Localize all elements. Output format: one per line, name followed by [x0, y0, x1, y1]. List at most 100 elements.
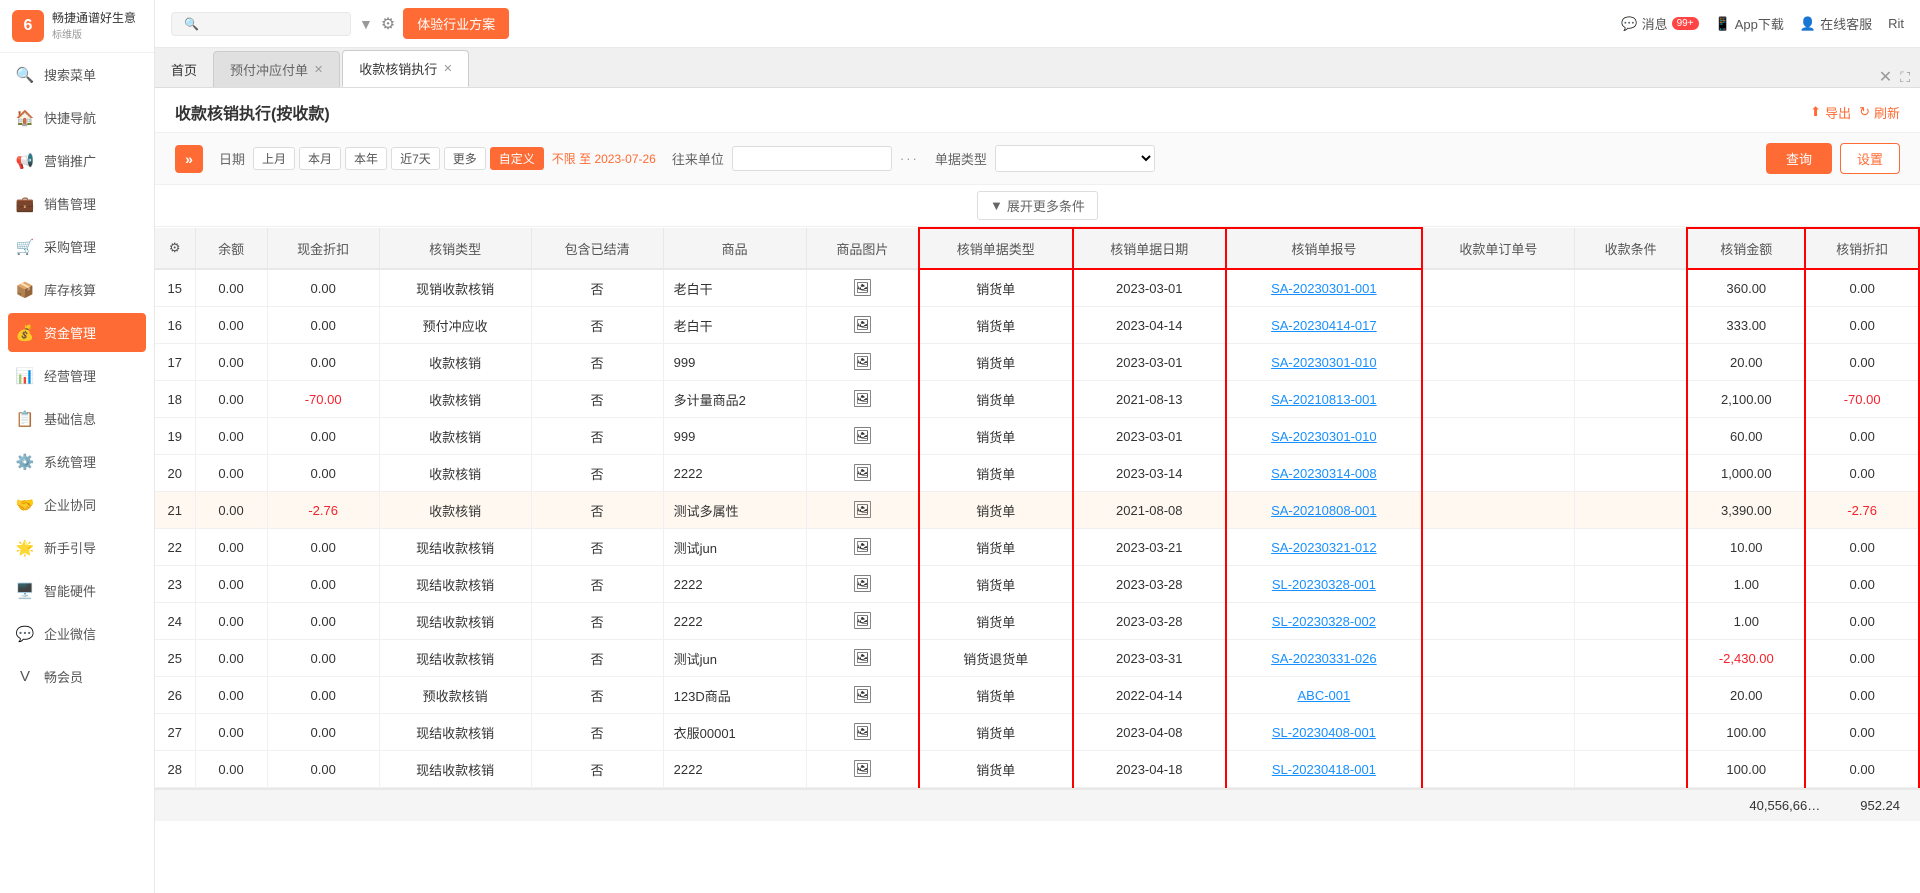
cell-cancel-bill-no[interactable]: SL-20230418-001: [1226, 751, 1422, 788]
cell-product: 测试jun: [663, 640, 806, 677]
tab-home[interactable]: 首页: [155, 52, 213, 87]
cell-cancel-amount: 1,000.00: [1687, 455, 1805, 492]
topbar-search[interactable]: 🔍: [171, 12, 351, 36]
tab-collection[interactable]: 收款核销执行 ✕: [342, 50, 469, 87]
cell-collection-order-no: [1422, 381, 1575, 418]
cell-cancel-bill-no[interactable]: SA-20210808-001: [1226, 492, 1422, 529]
th-balance: 余额: [195, 228, 267, 269]
cell-balance: 0.00: [195, 381, 267, 418]
expand-conditions-button[interactable]: ▼ 展开更多条件: [977, 191, 1098, 220]
sidebar-item-business[interactable]: 📊 经营管理: [0, 354, 154, 397]
industry-solution-button[interactable]: 体验行业方案: [403, 8, 509, 39]
app-download-button[interactable]: 📱 App下载: [1715, 14, 1784, 33]
th-gear[interactable]: ⚙: [155, 228, 195, 269]
cell-product: 老白干: [663, 269, 806, 307]
cell-cancel-amount: 20.00: [1687, 677, 1805, 714]
cell-collection-order-no: [1422, 307, 1575, 344]
cell-cancel-type: 收款核销: [379, 492, 531, 529]
cell-cancel-bill-type: 销货单: [919, 603, 1072, 640]
close-window-icon[interactable]: ✕: [1879, 67, 1892, 87]
sidebar-item-base[interactable]: 📋 基础信息: [0, 397, 154, 440]
cell-cancel-bill-no[interactable]: ABC-001: [1226, 677, 1422, 714]
message-icon: 💬: [1621, 16, 1637, 32]
cell-cancel-bill-no[interactable]: SA-20230301-010: [1226, 418, 1422, 455]
date-btn-this-month[interactable]: 本月: [299, 147, 341, 170]
refresh-button[interactable]: ↻ 刷新: [1859, 103, 1900, 122]
query-button[interactable]: 查询: [1766, 143, 1832, 174]
cell-cancel-bill-no[interactable]: SL-20230408-001: [1226, 714, 1422, 751]
sidebar-item-sales[interactable]: 💼 销售管理: [0, 182, 154, 225]
user-menu[interactable]: Rit: [1888, 16, 1904, 31]
sidebar-item-purchase[interactable]: 🛒 采购管理: [0, 225, 154, 268]
cell-cancel-bill-no[interactable]: SA-20210813-001: [1226, 381, 1422, 418]
cell-cash-discount: 0.00: [267, 418, 379, 455]
cell-id: 17: [155, 344, 195, 381]
date-btn-this-year[interactable]: 本年: [345, 147, 387, 170]
cell-id: 18: [155, 381, 195, 418]
table-row: 19 0.00 0.00 收款核销 否 999 🖼 销货单 2023-03-01…: [155, 418, 1919, 455]
sidebar-label-inventory: 库存核算: [44, 280, 96, 299]
settings-icon[interactable]: ⚙: [381, 14, 395, 34]
filter-expand-button[interactable]: »: [175, 145, 203, 173]
table-row: 22 0.00 0.00 现结收款核销 否 测试jun 🖼 销货单 2023-0…: [155, 529, 1919, 566]
cell-cancel-bill-no[interactable]: SA-20230321-012: [1226, 529, 1422, 566]
inventory-icon: 📦: [16, 281, 34, 299]
cancel-discount-total: 952.24: [1860, 798, 1900, 813]
table-row: 15 0.00 0.00 现销收款核销 否 老白干 🖼 销货单 2023-03-…: [155, 269, 1919, 307]
th-cancel-bill-no: 核销单报号: [1226, 228, 1422, 269]
tab-prepay[interactable]: 预付冲应付单 ✕: [213, 51, 340, 87]
sidebar-item-guide[interactable]: 🌟 新手引导: [0, 526, 154, 569]
cell-cancel-bill-no[interactable]: SA-20230414-017: [1226, 307, 1422, 344]
counterpart-input[interactable]: [732, 146, 892, 171]
cell-balance: 0.00: [195, 566, 267, 603]
sidebar-item-marketing[interactable]: 📢 营销推广: [0, 139, 154, 182]
cell-cancel-type: 预付冲应收: [379, 307, 531, 344]
date-btn-custom[interactable]: 自定义: [490, 147, 544, 170]
table-header-row: ⚙ 余额 现金折扣 核销类型 包含已结清 商品 商品图片 核销单据类型 核销单据…: [155, 228, 1919, 269]
chevron-down-icon[interactable]: ▼: [359, 16, 373, 32]
online-service-button[interactable]: 👤 在线客服: [1800, 14, 1872, 33]
filter-settings-button[interactable]: 设置: [1840, 143, 1900, 174]
topbar-right: 💬 消息 99+ 📱 App下载 👤 在线客服 Rit: [1621, 14, 1904, 33]
cancel-amount-total: 40,556,66…: [1749, 798, 1820, 813]
tab-collection-close[interactable]: ✕: [443, 62, 452, 75]
sidebar-item-hardware[interactable]: 🖥️ 智能硬件: [0, 569, 154, 612]
cell-cancel-bill-no[interactable]: SA-20230301-010: [1226, 344, 1422, 381]
cell-cancel-bill-no[interactable]: SA-20230331-026: [1226, 640, 1422, 677]
sidebar-label-enterprise: 企业协同: [44, 495, 96, 514]
date-btn-7days[interactable]: 近7天: [391, 147, 440, 170]
cell-balance: 0.00: [195, 344, 267, 381]
sidebar-item-system[interactable]: ⚙️ 系统管理: [0, 440, 154, 483]
sidebar-item-search[interactable]: 🔍 搜索菜单: [0, 53, 154, 96]
cell-cancel-discount: 0.00: [1805, 566, 1919, 603]
page-title: 收款核销执行(按收款): [175, 100, 330, 124]
cell-include-settled: 否: [531, 714, 663, 751]
cell-cancel-bill-no[interactable]: SL-20230328-001: [1226, 566, 1422, 603]
table-row: 28 0.00 0.00 现结收款核销 否 2222 🖼 销货单 2023-04…: [155, 751, 1919, 788]
main-area: 🔍 ▼ ⚙ 体验行业方案 💬 消息 99+ 📱 App下载 👤 在线客服 Ri: [155, 0, 1920, 893]
date-btn-more[interactable]: 更多: [444, 147, 486, 170]
message-button[interactable]: 💬 消息 99+: [1621, 14, 1698, 33]
logo-icon: 6: [12, 10, 44, 42]
date-btn-last-month[interactable]: 上月: [253, 147, 295, 170]
cell-collection-order-no: [1422, 714, 1575, 751]
sidebar-label-sales: 销售管理: [44, 194, 96, 213]
sidebar-item-inventory[interactable]: 📦 库存核算: [0, 268, 154, 311]
sidebar-item-wechat[interactable]: 💬 企业微信: [0, 612, 154, 655]
sidebar-item-finance[interactable]: 💰 资金管理: [8, 313, 146, 352]
voucher-type-select[interactable]: [995, 145, 1155, 172]
maximize-icon[interactable]: ⛶: [1900, 69, 1910, 86]
tab-prepay-close[interactable]: ✕: [314, 63, 323, 76]
export-button[interactable]: ⬆ 导出: [1810, 103, 1851, 122]
cell-cancel-bill-no[interactable]: SA-20230314-008: [1226, 455, 1422, 492]
cell-cancel-bill-no[interactable]: SA-20230301-001: [1226, 269, 1422, 307]
sidebar-item-member[interactable]: V 畅会员: [0, 655, 154, 698]
sidebar-item-enterprise[interactable]: 🤝 企业协同: [0, 483, 154, 526]
filter-right-actions: 查询 设置: [1766, 143, 1900, 174]
table-row: 20 0.00 0.00 收款核销 否 2222 🖼 销货单 2023-03-1…: [155, 455, 1919, 492]
cell-cancel-amount: 1.00: [1687, 603, 1805, 640]
cell-product: 999: [663, 344, 806, 381]
cell-cancel-bill-no[interactable]: SL-20230328-002: [1226, 603, 1422, 640]
th-cash-discount: 现金折扣: [267, 228, 379, 269]
sidebar-item-quicknav[interactable]: 🏠 快捷导航: [0, 96, 154, 139]
